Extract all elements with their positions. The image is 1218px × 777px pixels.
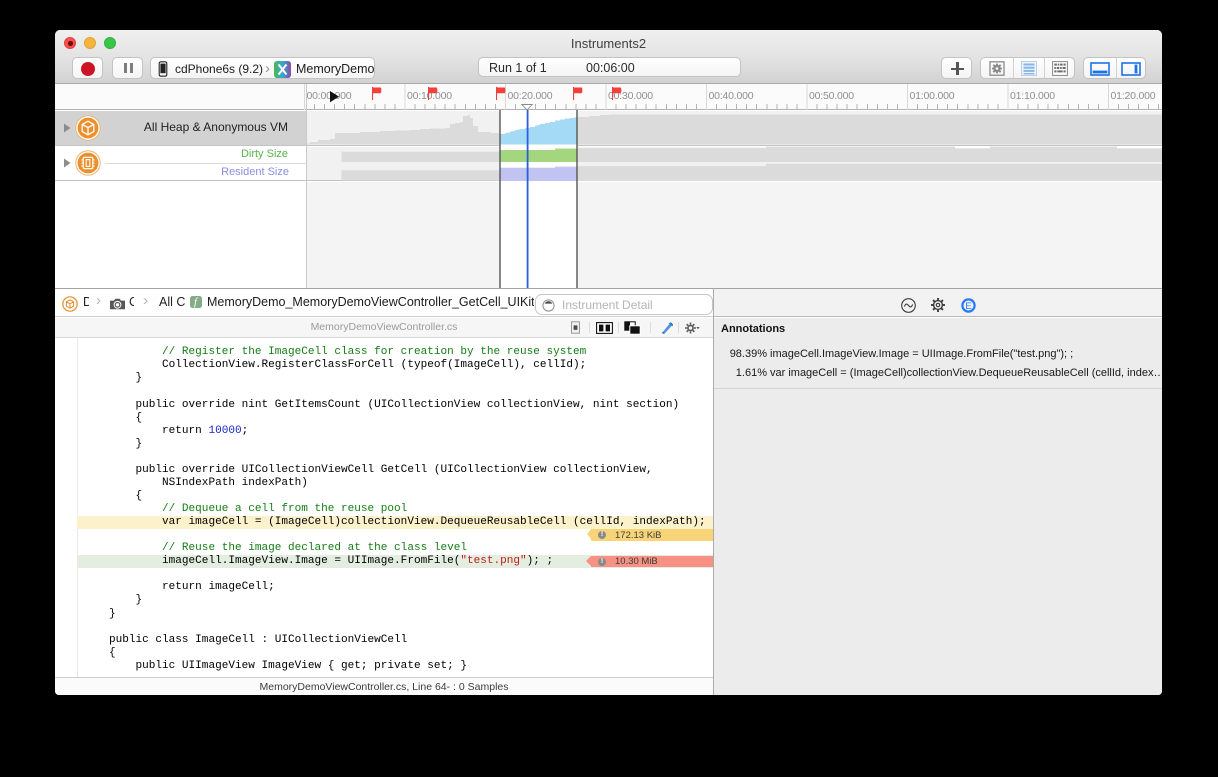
svg-text:E: E	[965, 301, 971, 312]
